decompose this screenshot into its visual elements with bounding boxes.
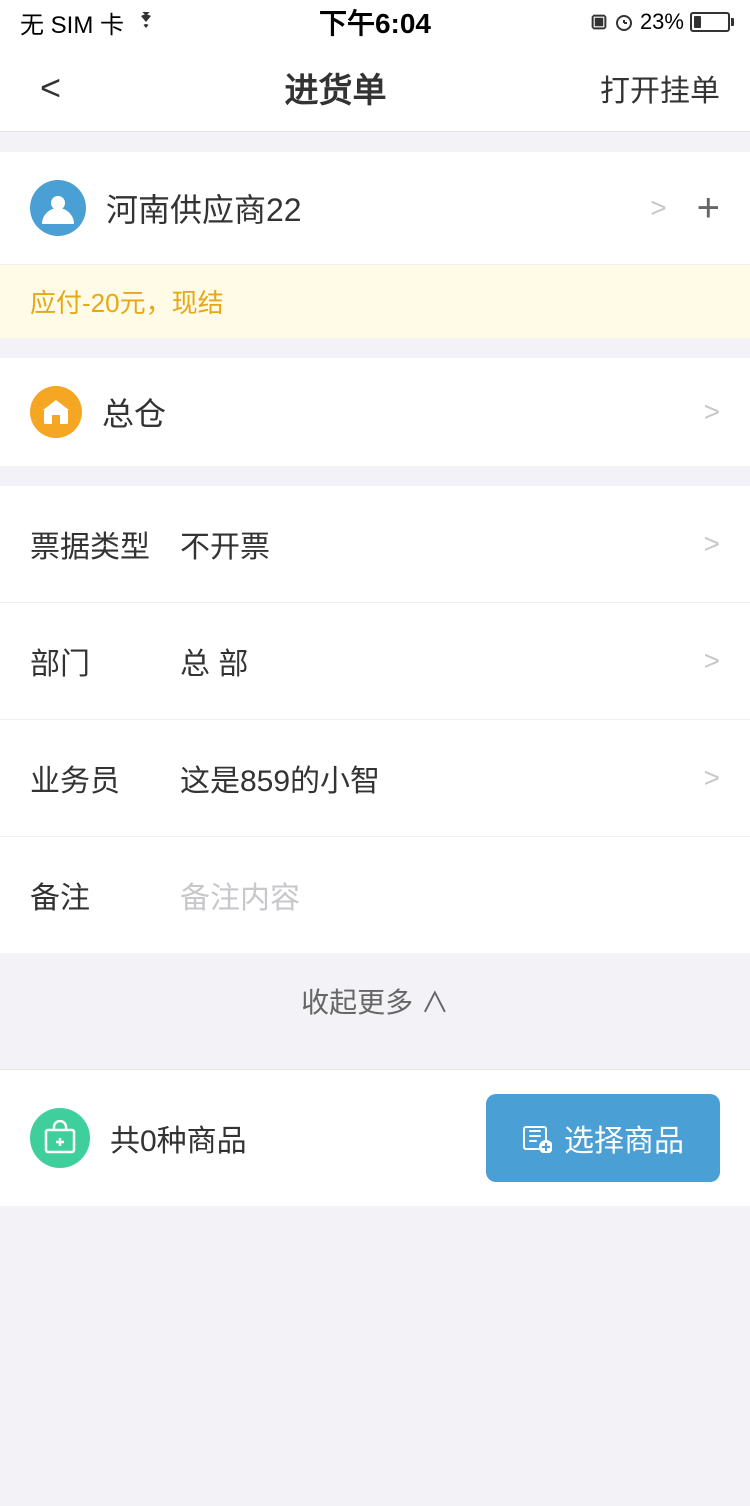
form-card: 票据类型 不开票 > 部门 总 部 > 业务员 这是859的小智 > 备注 备注… [0, 486, 750, 953]
battery-percent: 23% [640, 9, 684, 35]
status-time: 下午6:04 [319, 2, 431, 42]
salesperson-row[interactable]: 业务员 这是859的小智 > [0, 719, 750, 836]
warehouse-row[interactable]: 总仓 > [0, 358, 750, 466]
remark-row[interactable]: 备注 备注内容 [0, 836, 750, 953]
warehouse-name: 总仓 [102, 389, 704, 435]
supplier-name: 河南供应商22 [106, 185, 650, 231]
warehouse-icon-wrap [30, 386, 82, 438]
department-label: 部门 [30, 639, 150, 683]
open-pending-button[interactable]: 打开挂单 [600, 66, 720, 110]
warehouse-card: 总仓 > [0, 358, 750, 466]
supplier-chevron-icon: > [650, 192, 666, 224]
bottom-content [0, 1206, 750, 1506]
warehouse-icon [41, 397, 71, 427]
section-gap-1 [0, 132, 750, 152]
page-title: 进货单 [285, 63, 387, 112]
add-icon[interactable]: + [697, 186, 720, 231]
nav-bar: < 进货单 打开挂单 [0, 44, 750, 132]
invoice-type-label: 票据类型 [30, 522, 150, 566]
supplier-row[interactable]: 河南供应商22 > + [0, 152, 750, 265]
collapse-row[interactable]: 收起更多 ∧ [0, 953, 750, 1049]
collapse-label: 收起更多 ∧ [301, 981, 449, 1021]
notice-bar: 应付-20元，现结 [0, 265, 750, 338]
invoice-type-chevron-icon: > [704, 528, 720, 560]
select-product-button[interactable]: 选择商品 [486, 1094, 720, 1182]
alarm-icon [614, 12, 634, 32]
status-left: 无 SIM 卡 [20, 5, 160, 40]
supplier-card: 河南供应商22 > + 应付-20元，现结 [0, 152, 750, 338]
select-product-icon [522, 1123, 552, 1153]
signal-text: 无 SIM 卡 [20, 5, 124, 40]
product-icon-wrap [30, 1108, 90, 1168]
bottom-bar: 共0种商品 选择商品 [0, 1069, 750, 1206]
avatar [30, 180, 86, 236]
back-button[interactable]: < [30, 57, 71, 119]
department-row[interactable]: 部门 总 部 > [0, 602, 750, 719]
section-gap-3 [0, 466, 750, 486]
remark-label: 备注 [30, 873, 150, 917]
salesperson-value: 这是859的小智 [150, 756, 704, 800]
product-count-label: 共0种商品 [110, 1116, 486, 1160]
remark-input[interactable]: 备注内容 [150, 873, 720, 917]
section-gap-2 [0, 338, 750, 358]
status-bar: 无 SIM 卡 下午6:04 23% [0, 0, 750, 44]
salesperson-chevron-icon: > [704, 762, 720, 794]
department-chevron-icon: > [704, 645, 720, 677]
invoice-type-row[interactable]: 票据类型 不开票 > [0, 486, 750, 602]
battery-icon [690, 12, 730, 32]
department-value: 总 部 [150, 639, 704, 683]
location-icon [586, 9, 611, 34]
status-right: 23% [590, 9, 730, 35]
salesperson-label: 业务员 [30, 756, 150, 800]
warehouse-chevron-icon: > [704, 396, 720, 428]
product-icon [42, 1120, 78, 1156]
invoice-type-value: 不开票 [150, 522, 704, 566]
select-product-label: 选择商品 [564, 1116, 684, 1160]
notice-text: 应付-20元，现结 [30, 288, 224, 318]
wifi-icon [132, 12, 160, 32]
person-icon [40, 190, 76, 226]
section-gap-4 [0, 1049, 750, 1069]
